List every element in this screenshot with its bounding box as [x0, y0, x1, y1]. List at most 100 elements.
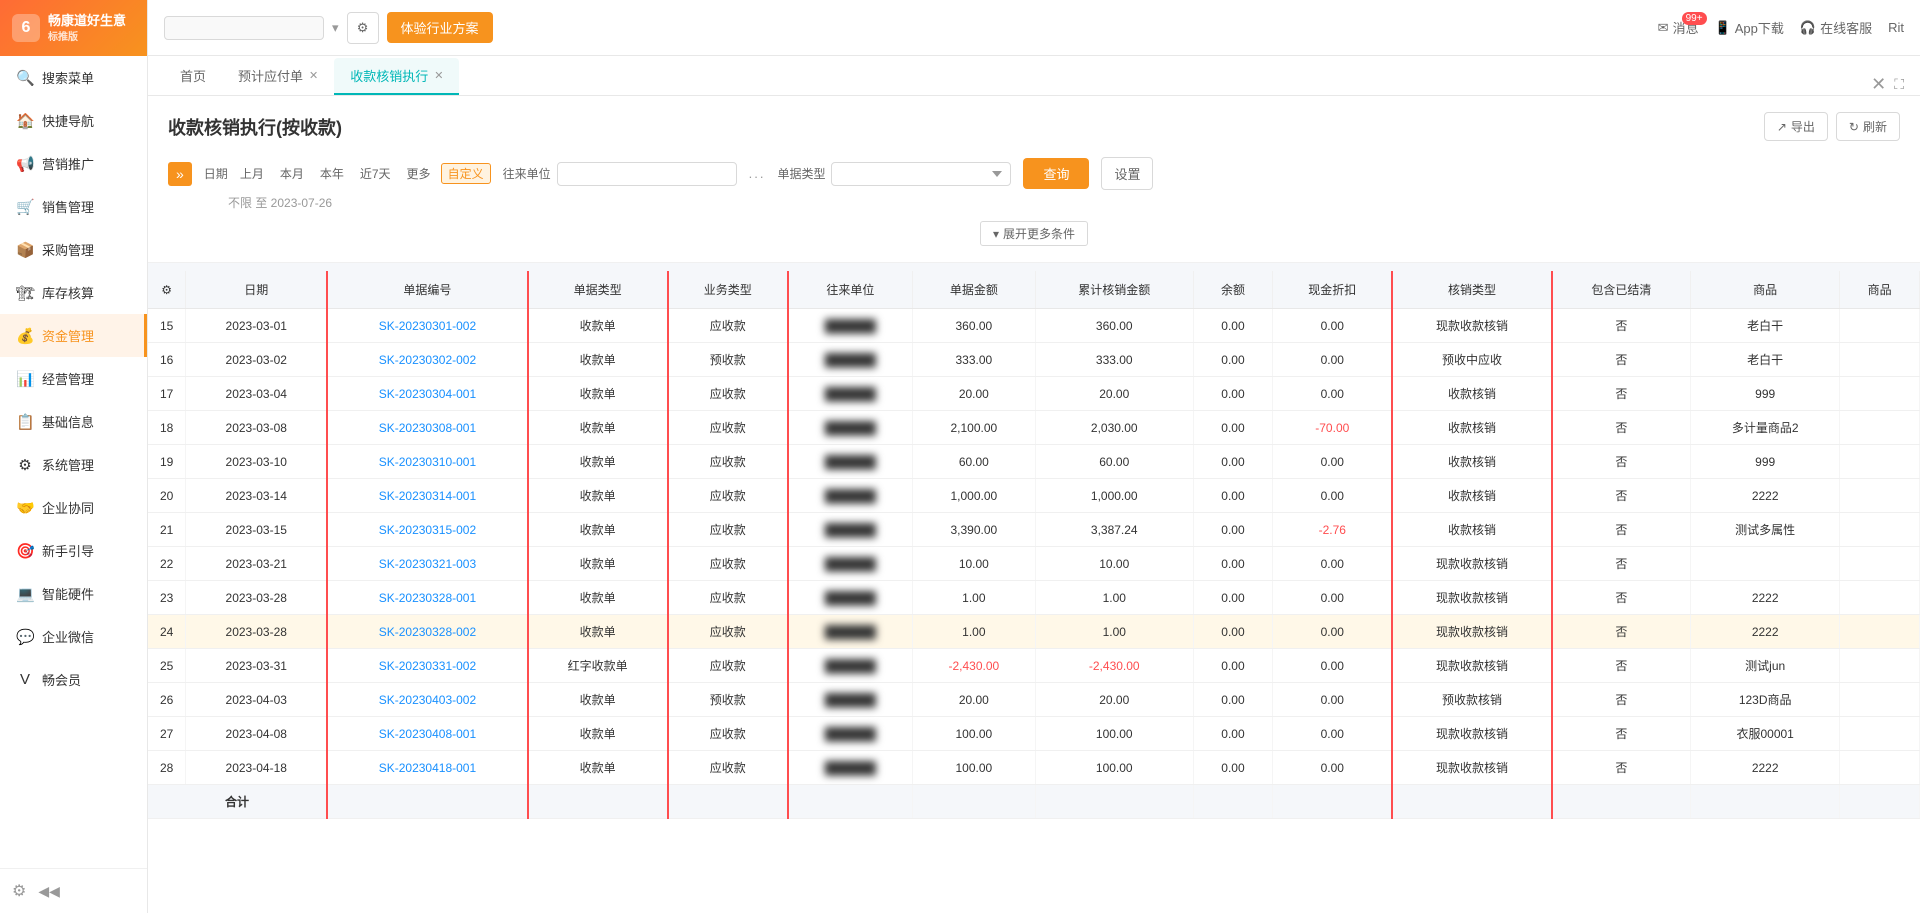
- sidebar-item-member[interactable]: V 畅会员: [0, 658, 147, 701]
- sidebar-item-operation[interactable]: 📊 经营管理: [0, 357, 147, 400]
- date-btn-this-year[interactable]: 本年: [314, 163, 350, 184]
- maximize-icon[interactable]: ⛶: [1894, 76, 1904, 93]
- cell-biz-type: 应收款: [668, 411, 788, 445]
- sidebar-item-finance[interactable]: 💰 资金管理: [0, 314, 147, 357]
- sidebar-item-hardware[interactable]: 💻 智能硬件: [0, 572, 147, 615]
- cell-date: 2023-03-02: [186, 343, 327, 377]
- date-btn-last-month[interactable]: 上月: [234, 163, 270, 184]
- sidebar-item-inventory[interactable]: 🏗 库存核算: [0, 271, 147, 314]
- date-btn-this-month[interactable]: 本月: [274, 163, 310, 184]
- total-write-off: [1035, 785, 1193, 819]
- voucher-type-select[interactable]: [831, 162, 1011, 186]
- app-download-button[interactable]: 📱 App下载: [1715, 18, 1784, 37]
- voucher-no-link[interactable]: SK-20230321-003: [379, 557, 476, 571]
- cell-balance: 0.00: [1193, 343, 1273, 377]
- gear-button[interactable]: ⚙: [347, 12, 379, 44]
- partner-input[interactable]: [557, 162, 737, 186]
- col-balance: 余额: [1193, 271, 1273, 309]
- cell-date: 2023-03-21: [186, 547, 327, 581]
- messages-button[interactable]: ✉ 消息 99+: [1658, 18, 1699, 37]
- sidebar-item-wechat[interactable]: 💬 企业微信: [0, 615, 147, 658]
- total-label: 合计: [148, 785, 327, 819]
- col-settings[interactable]: ⚙: [148, 271, 186, 309]
- industry-button[interactable]: 体验行业方案: [387, 12, 493, 43]
- col-write-off-type: 核销类型: [1392, 271, 1551, 309]
- sidebar-item-label: 基础信息: [42, 412, 94, 431]
- voucher-no-link[interactable]: SK-20230408-001: [379, 727, 476, 741]
- col-cash-discount: 现金折扣: [1273, 271, 1393, 309]
- voucher-no-link[interactable]: SK-20230302-002: [379, 353, 476, 367]
- voucher-no-link[interactable]: SK-20230308-001: [379, 421, 476, 435]
- voucher-no-link[interactable]: SK-20230328-001: [379, 591, 476, 605]
- cell-amount: 360.00: [912, 309, 1035, 343]
- cell-goods2: [1840, 377, 1920, 411]
- total-cash-discount: [1273, 785, 1393, 819]
- query-button[interactable]: 查询: [1023, 158, 1089, 189]
- cell-total-write-off: 60.00: [1035, 445, 1193, 479]
- voucher-no-link[interactable]: SK-20230304-001: [379, 387, 476, 401]
- cell-voucher-type: 收款单: [528, 309, 668, 343]
- date-btn-7days[interactable]: 近7天: [354, 163, 397, 184]
- sidebar-item-search[interactable]: 🔍 搜索菜单: [0, 56, 147, 99]
- logo: 6 畅康道好生意 标推版: [0, 0, 147, 56]
- cell-voucher-no: SK-20230301-002: [327, 309, 528, 343]
- cell-write-off-type: 收款核销: [1392, 513, 1551, 547]
- voucher-no-link[interactable]: SK-20230418-001: [379, 761, 476, 775]
- cell-biz-type: 应收款: [668, 717, 788, 751]
- sidebar-item-basic[interactable]: 📋 基础信息: [0, 400, 147, 443]
- user-avatar[interactable]: Rit: [1888, 20, 1904, 35]
- sidebar-item-system[interactable]: ⚙ 系统管理: [0, 443, 147, 486]
- cell-goods: 2222: [1691, 615, 1840, 649]
- voucher-no-link[interactable]: SK-20230403-002: [379, 693, 476, 707]
- voucher-no-link[interactable]: SK-20230301-002: [379, 319, 476, 333]
- sidebar-nav: 🔍 搜索菜单 🏠 快捷导航 📢 营销推广 🛒 销售管理 📦 采购管理 🏗 库存核…: [0, 56, 147, 868]
- cell-total-write-off: 333.00: [1035, 343, 1193, 377]
- collapse-icon[interactable]: ◀◀: [38, 883, 60, 900]
- cell-biz-type: 应收款: [668, 649, 788, 683]
- voucher-no-link[interactable]: SK-20230310-001: [379, 455, 476, 469]
- voucher-no-link[interactable]: SK-20230315-002: [379, 523, 476, 537]
- cell-goods2: [1840, 547, 1920, 581]
- online-service-button[interactable]: 🎧 在线客服: [1800, 18, 1872, 37]
- cell-total-write-off: 100.00: [1035, 751, 1193, 785]
- megaphone-icon: 📢: [16, 155, 34, 173]
- sidebar-item-label: 系统管理: [42, 455, 94, 474]
- cell-rownum: 26: [148, 683, 186, 717]
- refresh-button[interactable]: ↻ 刷新: [1836, 112, 1900, 141]
- export-button[interactable]: ↗ 导出: [1764, 112, 1828, 141]
- filter-row-date-range: 不限 至 2023-07-26: [168, 194, 1900, 211]
- expand-more-button[interactable]: ▾ 展开更多条件: [980, 221, 1088, 246]
- logo-name: 畅康道好生意: [48, 13, 126, 29]
- sidebar-item-sales[interactable]: 🛒 销售管理: [0, 185, 147, 228]
- voucher-no-link[interactable]: SK-20230331-002: [379, 659, 476, 673]
- cell-voucher-type: 红字收款单: [528, 649, 668, 683]
- tabs-bar: 首页 预计应付单 ✕ 收款核销执行 ✕ ✕ ⛶: [148, 56, 1920, 96]
- sidebar-item-purchase[interactable]: 📦 采购管理: [0, 228, 147, 271]
- table-row: 23 2023-03-28 SK-20230328-001 收款单 应收款 ██…: [148, 581, 1920, 615]
- close-tab-collection-exec[interactable]: ✕: [434, 69, 443, 82]
- sidebar-item-label: 资金管理: [42, 326, 94, 345]
- tab-collection-exec[interactable]: 收款核销执行 ✕: [334, 58, 459, 95]
- cell-include-settled: 否: [1552, 479, 1691, 513]
- breadcrumb-input[interactable]: [164, 16, 324, 40]
- sidebar-item-marketing[interactable]: 📢 营销推广: [0, 142, 147, 185]
- filter-expand-arrow[interactable]: »: [168, 162, 192, 186]
- close-all-tabs-icon[interactable]: ✕: [1871, 74, 1886, 95]
- cell-balance: 0.00: [1193, 513, 1273, 547]
- settings-icon[interactable]: ⚙: [12, 881, 26, 901]
- tab-home[interactable]: 首页: [164, 58, 222, 95]
- date-btn-more[interactable]: 更多: [401, 163, 437, 184]
- cell-cash-discount: -2.76: [1273, 513, 1393, 547]
- voucher-no-link[interactable]: SK-20230328-002: [379, 625, 476, 639]
- tab-pre-accounts[interactable]: 预计应付单 ✕: [222, 58, 334, 95]
- filter-settings-button[interactable]: 设置: [1101, 157, 1153, 190]
- sidebar-item-enterprise[interactable]: 🤝 企业协同: [0, 486, 147, 529]
- table-row: 28 2023-04-18 SK-20230418-001 收款单 应收款 ██…: [148, 751, 1920, 785]
- close-tab-pre-accounts[interactable]: ✕: [309, 69, 318, 82]
- voucher-no-link[interactable]: SK-20230314-001: [379, 489, 476, 503]
- sidebar-item-quicknav[interactable]: 🏠 快捷导航: [0, 99, 147, 142]
- sidebar-item-guide[interactable]: 🎯 新手引导: [0, 529, 147, 572]
- cell-goods: 999: [1691, 445, 1840, 479]
- date-custom-btn[interactable]: 自定义: [441, 163, 491, 184]
- box-icon: 📦: [16, 241, 34, 259]
